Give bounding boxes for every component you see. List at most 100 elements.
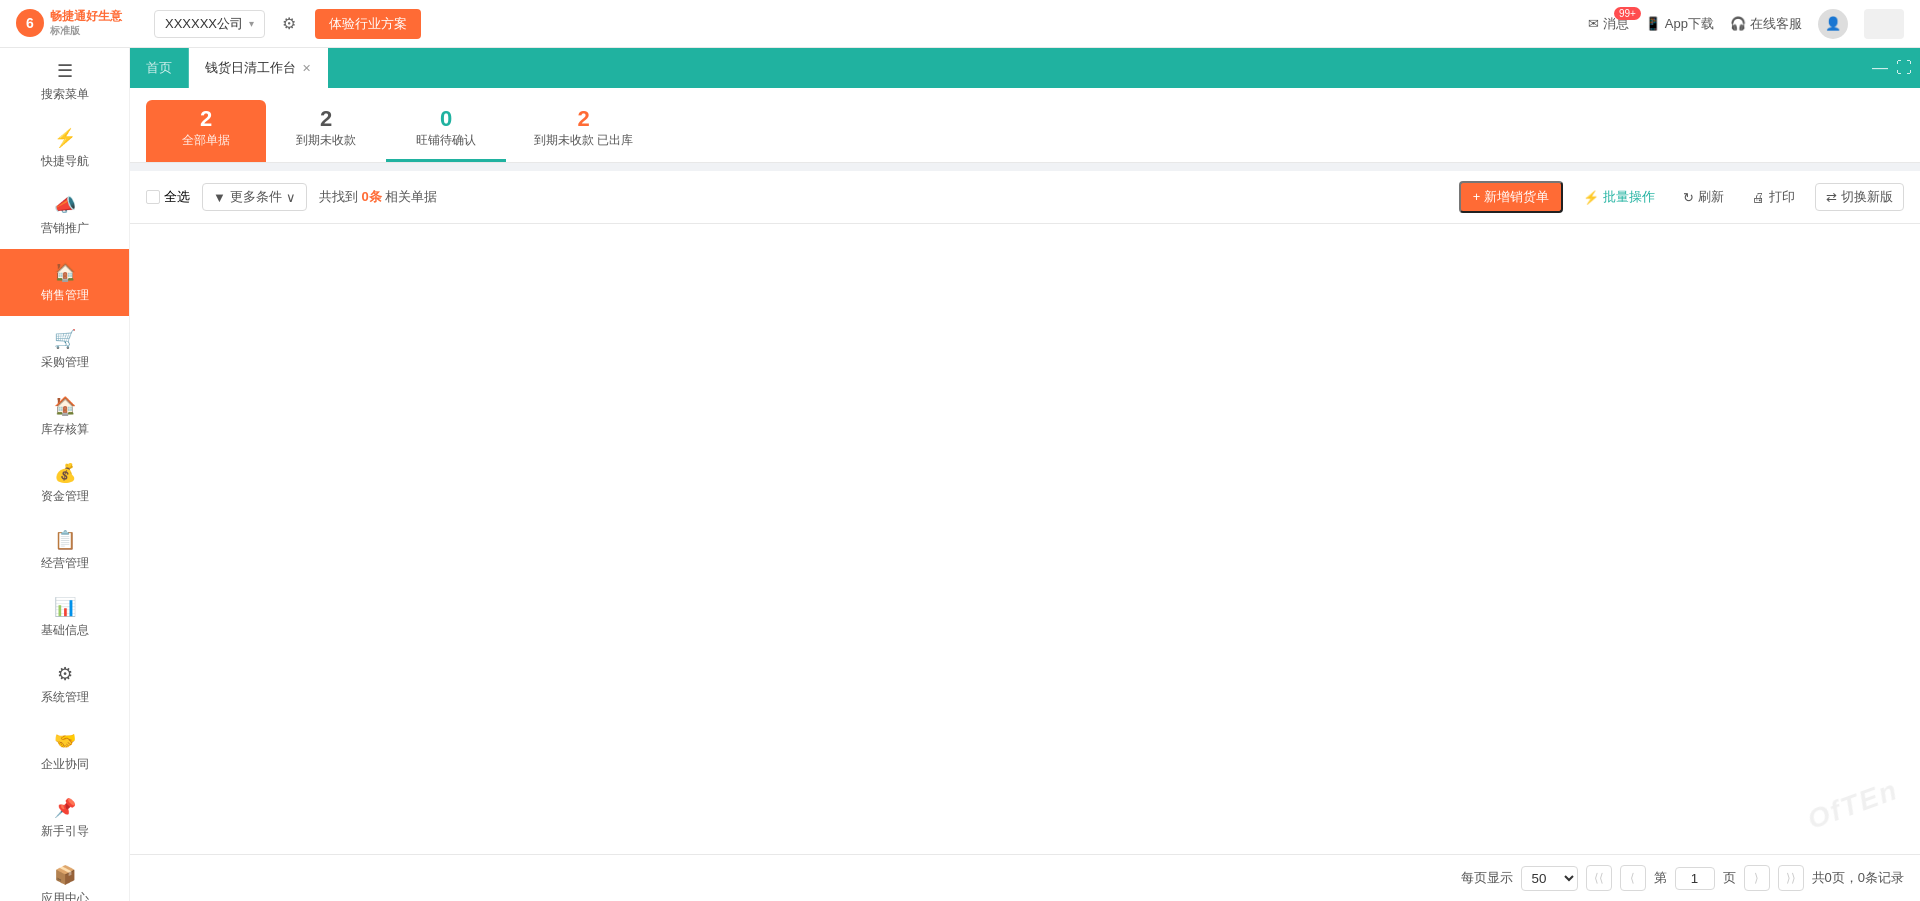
page-size-label: 每页显示: [1461, 869, 1513, 887]
switch-version-button[interactable]: ⇄ 切换新版: [1815, 183, 1904, 211]
page-suffix: 页: [1723, 869, 1736, 887]
sidebar-label-operations: 经营管理: [41, 555, 89, 572]
toolbar-right: + 新增销货单 ⚡ 批量操作 ↻ 刷新 🖨 打印 ⇄: [1459, 181, 1904, 213]
online-service-icon: 🎧: [1730, 16, 1746, 31]
switch-icon: ⇄: [1826, 190, 1837, 205]
sidebar-item-app-center[interactable]: 📦 应用中心: [0, 852, 129, 901]
summary-tab-overdue-shipped[interactable]: 2 到期未收款 已出库: [506, 100, 661, 162]
filter-label: 更多条件: [230, 188, 282, 206]
batch-icon: ⚡: [1583, 190, 1599, 205]
app-download-button[interactable]: 📱 App下载: [1645, 15, 1714, 33]
sidebar-label-search-menu: 搜索菜单: [41, 86, 89, 103]
sidebar-label-enterprise: 企业协同: [41, 756, 89, 773]
summary-count-overdue: 2: [320, 108, 332, 130]
prev-page-button[interactable]: ⟨: [1620, 865, 1646, 891]
tab-maximize-button[interactable]: ⛶: [1896, 59, 1912, 77]
system-icon: ⚙: [57, 663, 73, 685]
tab-home-label: 首页: [146, 59, 172, 77]
sidebar-item-finance[interactable]: 💰 资金管理: [0, 450, 129, 517]
print-button[interactable]: 🖨 打印: [1744, 184, 1803, 210]
sidebar-label-system: 系统管理: [41, 689, 89, 706]
sidebar-label-app-center: 应用中心: [41, 890, 89, 901]
sidebar-label-quick-nav: 快捷导航: [41, 153, 89, 170]
sidebar-item-marketing[interactable]: 📣 营销推广: [0, 182, 129, 249]
tab-cashflow-label: 钱货日清工作台: [205, 59, 296, 77]
sidebar-item-system[interactable]: ⚙ 系统管理: [0, 651, 129, 718]
summary-count-pending: 0: [440, 108, 452, 130]
next-page-button[interactable]: ⟩: [1744, 865, 1770, 891]
select-all-label: 全选: [164, 188, 190, 206]
purchase-icon: 🛒: [54, 328, 76, 350]
settings-button[interactable]: ⚙: [273, 8, 305, 40]
tab-home[interactable]: 首页: [130, 48, 189, 88]
summary-tabs: 2 全部单据 2 到期未收款 0 旺铺待确认 2 到期未收款 已出库: [130, 88, 1920, 163]
company-selector[interactable]: XXXXXX公司 ▾: [154, 10, 265, 38]
finance-icon: 💰: [54, 462, 76, 484]
summary-label-overdue-shipped: 到期未收款 已出库: [534, 132, 633, 149]
page-input[interactable]: [1675, 867, 1715, 890]
summary-tab-all[interactable]: 2 全部单据: [146, 100, 266, 162]
summary-label-all: 全部单据: [182, 132, 230, 149]
logo-area: 6 畅捷通好生意 标准版: [16, 9, 146, 37]
logo-sub: 标准版: [50, 24, 122, 38]
summary-label-overdue: 到期未收款: [296, 132, 356, 149]
tab-minimize-button[interactable]: —: [1872, 59, 1888, 77]
inventory-icon: 🏠: [54, 395, 76, 417]
avatar-icon: 👤: [1825, 16, 1841, 31]
online-service-button[interactable]: 🎧 在线客服: [1730, 15, 1802, 33]
batch-label: 批量操作: [1603, 188, 1655, 206]
filter-icon: ▼: [213, 190, 226, 205]
summary-label-pending: 旺铺待确认: [416, 132, 476, 149]
logo-icon: 6: [16, 9, 44, 37]
experience-button[interactable]: 体验行业方案: [315, 9, 421, 39]
logo-text: 畅捷通好生意: [50, 9, 122, 23]
tab-close-cashflow[interactable]: ✕: [302, 62, 311, 75]
sidebar-item-search-menu[interactable]: ☰ 搜索菜单: [0, 48, 129, 115]
app-download-label: App下载: [1665, 15, 1714, 33]
first-page-button[interactable]: ⟨⟨: [1586, 865, 1612, 891]
checkbox-icon: [146, 190, 160, 204]
sidebar-item-guide[interactable]: 📌 新手引导: [0, 785, 129, 852]
sidebar-item-sales[interactable]: 🏠 销售管理: [0, 249, 129, 316]
page-size-select[interactable]: 50 10 20 100: [1521, 866, 1578, 891]
select-all-checkbox[interactable]: 全选: [146, 188, 190, 206]
batch-operation-button[interactable]: ⚡ 批量操作: [1575, 184, 1663, 210]
new-sale-order-button[interactable]: + 新增销货单: [1459, 181, 1563, 213]
last-page-button[interactable]: ⟩⟩: [1778, 865, 1804, 891]
empty-table-area: [130, 224, 1920, 854]
print-icon: 🖨: [1752, 190, 1765, 205]
sidebar-item-quick-nav[interactable]: ⚡ 快捷导航: [0, 115, 129, 182]
sidebar: ☰ 搜索菜单 ⚡ 快捷导航 📣 营销推广 🏠 销售管理 🛒 采购管理 🏠 库存核…: [0, 48, 130, 901]
summary-tab-overdue[interactable]: 2 到期未收款: [266, 100, 386, 162]
summary-tab-pending[interactable]: 0 旺铺待确认: [386, 100, 506, 162]
sidebar-item-purchase[interactable]: 🛒 采购管理: [0, 316, 129, 383]
sidebar-item-basic-info[interactable]: 📊 基础信息: [0, 584, 129, 651]
avatar[interactable]: 👤: [1818, 9, 1848, 39]
tab-cashflow[interactable]: 钱货日清工作台 ✕: [189, 48, 328, 88]
message-button[interactable]: ✉ 消息 99+: [1588, 15, 1629, 33]
user-name-area[interactable]: [1864, 9, 1904, 39]
sidebar-label-basic-info: 基础信息: [41, 622, 89, 639]
refresh-button[interactable]: ↻ 刷新: [1675, 184, 1732, 210]
tab-bar: 首页 钱货日清工作台 ✕ — ⛶: [130, 48, 1920, 88]
company-dropdown-arrow: ▾: [249, 18, 254, 29]
pagination: 每页显示 50 10 20 100 ⟨⟨ ⟨ 第 页 ⟩ ⟩⟩ 共0页，0条记录: [130, 854, 1920, 901]
sidebar-label-guide: 新手引导: [41, 823, 89, 840]
filter-button[interactable]: ▼ 更多条件 ∨: [202, 183, 307, 211]
sidebar-item-enterprise[interactable]: 🤝 企业协同: [0, 718, 129, 785]
quick-nav-icon: ⚡: [54, 127, 76, 149]
switch-label: 切换新版: [1841, 188, 1893, 206]
filter-arrow: ∨: [286, 190, 296, 205]
refresh-label: 刷新: [1698, 188, 1724, 206]
top-header: 6 畅捷通好生意 标准版 XXXXXX公司 ▾ ⚙ 体验行业方案 ✉ 消息 99…: [0, 0, 1920, 48]
refresh-icon: ↻: [1683, 190, 1694, 205]
enterprise-icon: 🤝: [54, 730, 76, 752]
basic-info-icon: 📊: [54, 596, 76, 618]
online-service-label: 在线客服: [1750, 15, 1802, 33]
marketing-icon: 📣: [54, 194, 76, 216]
tab-right-buttons: — ⛶: [1872, 59, 1920, 77]
sidebar-label-marketing: 营销推广: [41, 220, 89, 237]
sidebar-item-inventory[interactable]: 🏠 库存核算: [0, 383, 129, 450]
sidebar-item-operations[interactable]: 📋 经营管理: [0, 517, 129, 584]
message-badge: 99+: [1614, 7, 1641, 20]
